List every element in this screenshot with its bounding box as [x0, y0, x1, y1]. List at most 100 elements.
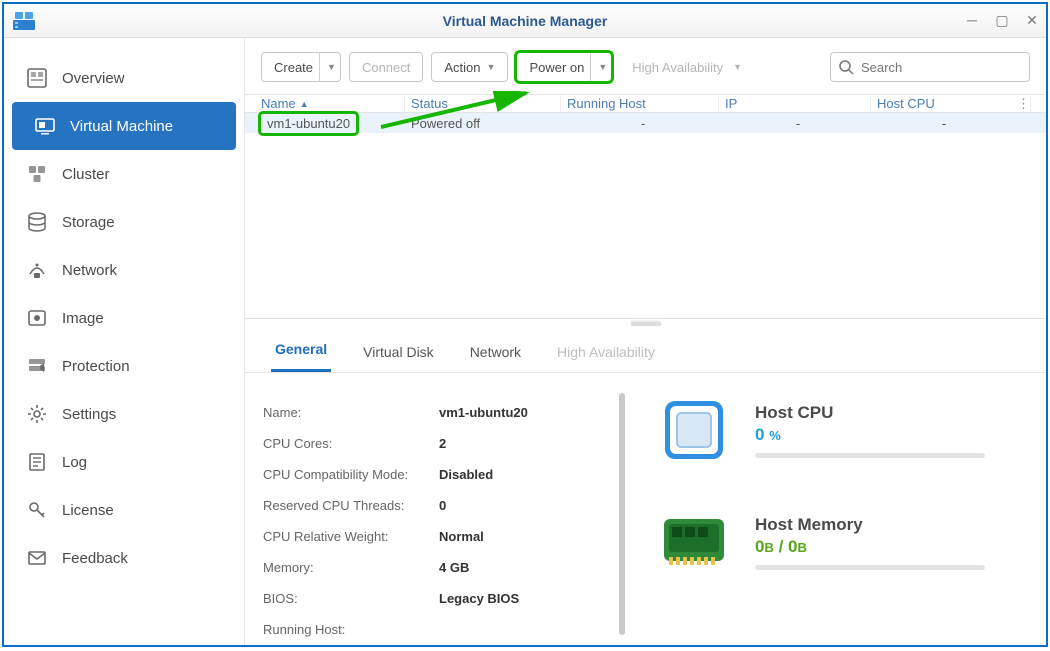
sidebar-label: Feedback — [62, 550, 128, 567]
prop-compat-val: Disabled — [439, 467, 493, 482]
col-running-host[interactable]: Running Host — [561, 95, 719, 112]
close-button[interactable]: ✕ — [1024, 12, 1040, 29]
sidebar-item-log[interactable]: Log — [4, 438, 244, 486]
prop-bios-val: Legacy BIOS — [439, 591, 519, 606]
sidebar-item-settings[interactable]: Settings — [4, 390, 244, 438]
key-icon — [26, 499, 48, 521]
sidebar-label: Log — [62, 454, 87, 471]
stat-host-cpu: Host CPU 0 % — [659, 397, 1026, 463]
chevron-down-icon: ▼ — [487, 62, 496, 72]
sidebar-item-virtual-machine[interactable]: Virtual Machine — [12, 102, 236, 150]
sidebar-item-image[interactable]: Image — [4, 294, 244, 342]
high-availability-button[interactable]: High Availability▼ — [620, 52, 754, 82]
action-button[interactable]: Action▼ — [431, 52, 508, 82]
stat-mem-title: Host Memory — [755, 515, 985, 535]
tab-high-availability: High Availability — [553, 344, 659, 372]
sidebar-label: Image — [62, 310, 104, 327]
titlebar: Virtual Machine Manager ─ ▢ ✕ — [4, 4, 1046, 38]
chevron-down-icon: ▼ — [590, 53, 607, 81]
prop-mem-val: 4 GB — [439, 560, 469, 575]
window-title: Virtual Machine Manager — [443, 13, 608, 29]
prop-name-key: Name: — [263, 405, 439, 420]
tab-network[interactable]: Network — [466, 344, 525, 372]
sidebar-label: Storage — [62, 214, 115, 231]
storage-icon — [26, 211, 48, 233]
protection-icon — [26, 355, 48, 377]
sidebar-label: Protection — [62, 358, 130, 375]
sidebar-label: Network — [62, 262, 117, 279]
memory-icon — [659, 509, 729, 575]
prop-bios-key: BIOS: — [263, 591, 439, 606]
search-input[interactable] — [830, 52, 1030, 82]
sidebar-label: License — [62, 502, 114, 519]
sidebar-item-feedback[interactable]: Feedback — [4, 534, 244, 582]
overview-icon — [26, 67, 48, 89]
gear-icon — [26, 403, 48, 425]
stat-mem-bar — [755, 565, 985, 570]
vm-rhost-cell: - — [561, 116, 719, 131]
image-icon — [26, 307, 48, 329]
sidebar-item-network[interactable]: Network — [4, 246, 244, 294]
cluster-icon — [26, 163, 48, 185]
chevron-down-icon: ▼ — [733, 62, 742, 72]
tab-virtual-disk[interactable]: Virtual Disk — [359, 344, 438, 372]
search-box — [830, 52, 1030, 82]
stat-mem-value: 0B / 0B — [755, 537, 985, 557]
details-panel: General Virtual Disk Network High Availa… — [245, 318, 1046, 645]
prop-cores-val: 2 — [439, 436, 446, 451]
chevron-down-icon: ▼ — [319, 53, 336, 81]
sidebar-label: Overview — [62, 70, 125, 87]
sidebar-item-protection[interactable]: Protection — [4, 342, 244, 390]
envelope-icon — [26, 547, 48, 569]
maximize-button[interactable]: ▢ — [994, 12, 1010, 29]
log-icon — [26, 451, 48, 473]
sidebar-item-license[interactable]: License — [4, 486, 244, 534]
sidebar-label: Cluster — [62, 166, 110, 183]
prop-rweight-key: CPU Relative Weight: — [263, 529, 439, 544]
sidebar-label: Settings — [62, 406, 116, 423]
search-icon — [838, 59, 854, 75]
table-header: Name▲ Status Running Host IP Host CPU ⋮ — [245, 94, 1046, 113]
vm-icon — [34, 115, 56, 137]
prop-name-val: vm1-ubuntu20 — [439, 405, 528, 420]
prop-rweight-val: Normal — [439, 529, 484, 544]
sidebar-item-overview[interactable]: Overview — [4, 54, 244, 102]
detail-properties: Name:vm1-ubuntu20 CPU Cores:2 CPU Compat… — [245, 373, 625, 645]
prop-rhost-key: Running Host: — [263, 622, 439, 637]
vm-name-cell: vm1-ubuntu20 — [261, 114, 356, 133]
stat-host-memory: Host Memory 0B / 0B — [659, 509, 1026, 575]
detail-tabs: General Virtual Disk Network High Availa… — [245, 329, 1046, 373]
prop-mem-key: Memory: — [263, 560, 439, 575]
prop-compat-key: CPU Compatibility Mode: — [263, 467, 439, 482]
prop-rthreads-val: 0 — [439, 498, 446, 513]
col-status[interactable]: Status — [405, 95, 561, 112]
network-icon — [26, 259, 48, 281]
panel-gripper[interactable] — [245, 319, 1046, 329]
prop-cores-key: CPU Cores: — [263, 436, 439, 451]
vm-ip-cell: - — [719, 116, 871, 131]
vm-hcpu-cell: - — [871, 116, 1011, 131]
col-ip[interactable]: IP — [719, 95, 871, 112]
app-icon — [12, 11, 36, 31]
col-name[interactable]: Name▲ — [255, 95, 405, 112]
create-button[interactable]: Create▼ — [261, 52, 341, 82]
power-on-button[interactable]: Power on▼ — [516, 52, 612, 82]
minimize-button[interactable]: ─ — [964, 12, 980, 29]
cpu-icon — [659, 397, 729, 463]
sidebar: Overview Virtual Machine Cluster Storage… — [4, 38, 245, 645]
sort-asc-icon: ▲ — [300, 99, 309, 109]
col-more-icon[interactable]: ⋮ — [1011, 95, 1031, 112]
stat-cpu-title: Host CPU — [755, 403, 985, 423]
vm-status-cell: Powered off — [405, 116, 561, 131]
toolbar: Create▼ Connect Action▼ Power on▼ High A… — [245, 38, 1046, 94]
sidebar-item-storage[interactable]: Storage — [4, 198, 244, 246]
col-host-cpu[interactable]: Host CPU — [871, 95, 1011, 112]
table-row[interactable]: vm1-ubuntu20 Powered off - - - — [245, 113, 1046, 133]
stat-cpu-value: 0 % — [755, 425, 985, 445]
prop-rthreads-key: Reserved CPU Threads: — [263, 498, 439, 513]
sidebar-label: Virtual Machine — [70, 118, 173, 135]
connect-button[interactable]: Connect — [349, 52, 423, 82]
tab-general[interactable]: General — [271, 341, 331, 372]
stat-cpu-bar — [755, 453, 985, 458]
sidebar-item-cluster[interactable]: Cluster — [4, 150, 244, 198]
